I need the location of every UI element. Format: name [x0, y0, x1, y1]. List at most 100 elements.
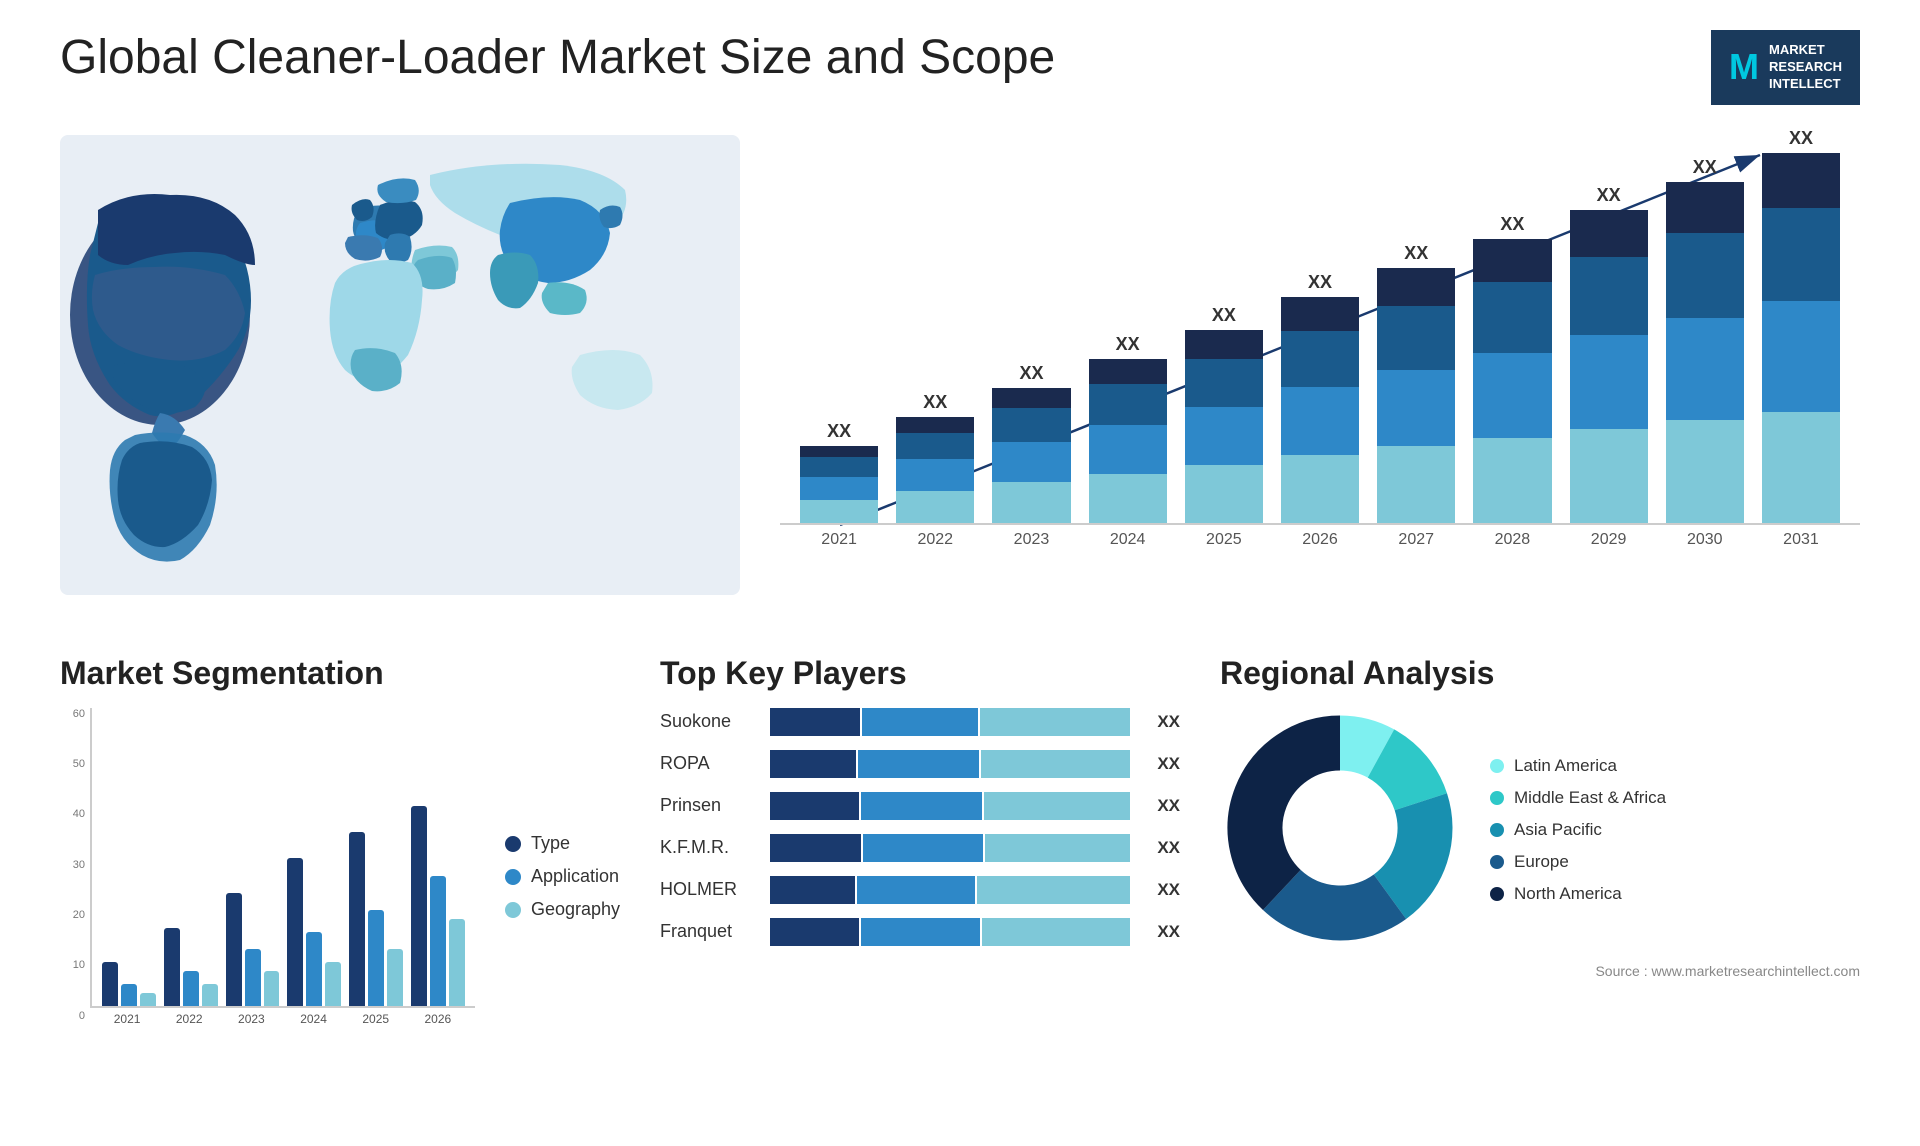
bar-year-label: 2028 [1473, 531, 1551, 549]
y-axis-label: 30 [60, 859, 85, 871]
bar-group: XX [992, 363, 1070, 523]
bar-year-label: 2029 [1570, 531, 1648, 549]
seg-bar-group [287, 858, 341, 1005]
player-row: ROPAXX [660, 750, 1180, 778]
bar-year-label: 2023 [992, 531, 1070, 549]
donut-legend-label: Europe [1514, 852, 1569, 872]
y-axis-label: 0 [60, 1010, 85, 1022]
bar-segment [896, 433, 974, 459]
seg-x-row: 202120222023202420252026 [90, 1008, 475, 1026]
player-bar-seg [981, 750, 1130, 778]
donut-legend-dot [1490, 759, 1504, 773]
player-bar-seg [861, 792, 982, 820]
bar-year-label: 2026 [1281, 531, 1359, 549]
y-axis-label: 10 [60, 959, 85, 971]
player-bar-seg [862, 708, 978, 736]
bar-segment [896, 459, 974, 491]
player-bar-seg [770, 750, 856, 778]
legend-dot [505, 902, 521, 918]
bar-xx-label: XX [923, 392, 947, 413]
bar-segment [1377, 268, 1455, 306]
header: Global Cleaner-Loader Market Size and Sc… [60, 30, 1860, 105]
players-title: Top Key Players [660, 655, 1180, 692]
bar-segment [1473, 438, 1551, 523]
legend-dot [505, 869, 521, 885]
legend-label: Type [531, 833, 570, 854]
donut-legend-label: Latin America [1514, 756, 1617, 776]
bar-xx-label: XX [1789, 128, 1813, 149]
seg-bar [387, 949, 403, 1005]
top-row: XXXXXXXXXXXXXXXXXXXXXX 20212022202320242… [60, 135, 1860, 615]
bar-group: XX [1185, 305, 1263, 522]
bar-stack [1089, 359, 1167, 522]
logo-text: MARKET RESEARCH INTELLECT [1769, 42, 1842, 93]
seg-chart-area [90, 708, 475, 1008]
bar-segment [1377, 306, 1455, 370]
seg-x-label: 2022 [162, 1012, 216, 1026]
seg-bar-group [411, 806, 465, 1005]
player-name: HOLMER [660, 879, 760, 900]
player-xx: XX [1140, 754, 1180, 774]
bar-xx-label: XX [1404, 243, 1428, 264]
player-bar-seg [857, 876, 976, 904]
bar-xx-label: XX [1597, 185, 1621, 206]
player-bar-seg [985, 834, 1130, 862]
logo-letter: M [1729, 46, 1759, 88]
seg-bar [430, 876, 446, 1006]
player-name: Franquet [660, 921, 760, 942]
seg-bar [411, 806, 427, 1005]
bar-group: XX [1089, 334, 1167, 522]
bar-segment [1185, 407, 1263, 465]
bar-segment [1473, 282, 1551, 353]
bar-group: XX [1377, 243, 1455, 523]
seg-x-label: 2021 [100, 1012, 154, 1026]
seg-bar [226, 893, 242, 1006]
player-bars [770, 918, 1130, 946]
bar-segment [1762, 208, 1840, 301]
bar-segment [1570, 429, 1648, 523]
legend-item: Application [505, 866, 620, 887]
bar-segment [1762, 153, 1840, 209]
bar-xx-label: XX [1500, 214, 1524, 235]
player-name: Suokone [660, 711, 760, 732]
bar-xx-label: XX [1693, 157, 1717, 178]
player-row: K.F.M.R.XX [660, 834, 1180, 862]
bar-segment [1185, 465, 1263, 523]
player-xx: XX [1140, 712, 1180, 732]
seg-bar [368, 910, 384, 1005]
bar-stack [1570, 210, 1648, 522]
bar-segment [1473, 239, 1551, 282]
map-section [60, 135, 740, 615]
donut-legend-dot [1490, 887, 1504, 901]
player-row: PrinsenXX [660, 792, 1180, 820]
bar-segment [1377, 446, 1455, 522]
bar-segment [1570, 335, 1648, 429]
player-bar-seg [770, 834, 861, 862]
bar-chart-area: XXXXXXXXXXXXXXXXXXXXXX [780, 135, 1860, 525]
players-list: SuokoneXXROPAXXPrinsenXXK.F.M.R.XXHOLMER… [660, 708, 1180, 946]
seg-bar [102, 962, 118, 1005]
regional-section: Regional Analysis Latin AmericaMiddle Ea… [1220, 655, 1860, 1026]
seg-bar [306, 932, 322, 1006]
player-xx: XX [1140, 838, 1180, 858]
seg-bar [449, 919, 465, 1006]
donut-container: Latin AmericaMiddle East & AfricaAsia Pa… [1220, 708, 1860, 953]
bar-segment [1089, 425, 1167, 474]
donut-legend-item: Europe [1490, 852, 1666, 872]
seg-x-label: 2023 [224, 1012, 278, 1026]
bar-group: XX [1281, 272, 1359, 523]
player-row: Franquet XX [660, 918, 1180, 946]
donut-legend: Latin AmericaMiddle East & AfricaAsia Pa… [1490, 756, 1666, 904]
segmentation-section: Market Segmentation 6050403020100 202120… [60, 655, 620, 1026]
legend-dot [505, 836, 521, 852]
player-xx: XX [1140, 922, 1180, 942]
donut-legend-item: North America [1490, 884, 1666, 904]
seg-bar-group [102, 962, 156, 1005]
regional-title: Regional Analysis [1220, 655, 1860, 692]
seg-bar-group [349, 832, 403, 1005]
seg-bar [264, 971, 280, 1006]
donut-segment [1282, 890, 1390, 913]
bar-segment [896, 417, 974, 433]
donut-legend-item: Asia Pacific [1490, 820, 1666, 840]
legend-item: Geography [505, 899, 620, 920]
